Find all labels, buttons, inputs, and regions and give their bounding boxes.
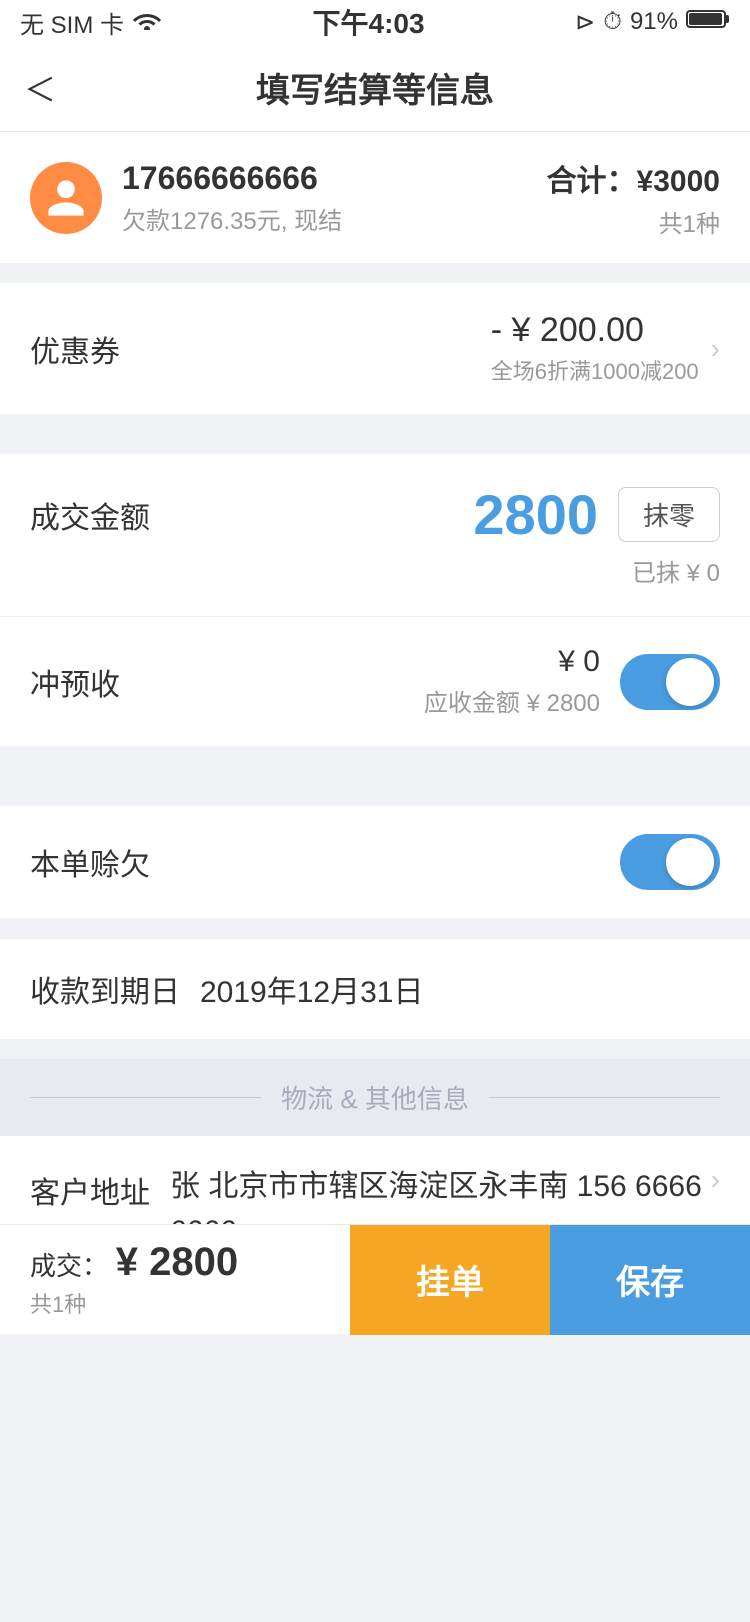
battery-level: 91% [630,8,678,36]
customer-total-value: 合计：¥3000 [547,156,720,200]
page-title: 填写结算等信息 [256,63,494,112]
customer-total-count: 共1种 [547,204,720,239]
bottom-info: 成交： ¥ 2800 共1种 [0,1240,350,1319]
section-divider-1 [0,434,750,454]
chevron-right-icon: › [711,333,720,365]
prepay-right: ¥ 0 应收金额 ¥ 2800 [424,645,720,718]
customer-debt: 欠款1276.35元, 现结 [122,201,342,236]
coupon-row[interactable]: 优惠券 - ¥ 200.00 全场6折满1000减200 › [0,283,750,414]
back-button[interactable]: ＜ [24,65,56,111]
coupon-right: - ¥ 200.00 全场6折满1000减200 › [491,311,720,386]
prepay-toggle[interactable] [620,654,720,710]
logistics-line-right [489,1097,720,1098]
section-divider-2 [0,766,750,786]
arrears-toggle[interactable] [620,834,720,890]
due-date-label: 收款到期日 [30,967,180,1011]
customer-phone: 17666666666 [122,160,342,197]
round-button[interactable]: 抹零 [618,487,720,542]
wifi-icon [132,8,162,37]
coupon-value: - ¥ 200.00 [491,311,699,350]
amount-label: 成交金额 [30,493,150,537]
status-left: 无 SIM 卡 [20,5,162,40]
hold-button[interactable]: 挂单 [350,1225,550,1335]
amount-row: 成交金额 2800 抹零 [30,482,720,547]
coupon-info: - ¥ 200.00 全场6折满1000减200 [491,311,699,386]
customer-info-row: 17666666666 欠款1276.35元, 现结 合计：¥3000 共1种 [0,132,750,263]
customer-summary: 合计：¥3000 共1种 [547,156,720,239]
address-label: 客户地址 [30,1164,150,1212]
avatar [30,162,102,234]
customer-left: 17666666666 欠款1276.35元, 现结 [30,160,342,236]
logistics-separator: 物流 & 其他信息 [0,1059,750,1136]
due-date-section: 收款到期日 2019年12月31日 [0,938,750,1039]
address-chevron-icon: › [711,1164,720,1196]
prepay-label: 冲预收 [30,660,120,704]
save-button[interactable]: 保存 [550,1225,750,1335]
bottom-amount: ¥ 2800 [116,1240,238,1284]
location-icon: ⊳ [575,8,595,37]
due-date-value: 2019年12月31日 [200,967,423,1011]
prepay-desc: 应收金额 ¥ 2800 [424,683,600,718]
bottom-transaction-label: 成交： [30,1251,108,1281]
bottom-count: 共1种 [30,1287,320,1319]
prepay-section: 冲预收 ¥ 0 应收金额 ¥ 2800 [0,616,750,746]
status-bar: 无 SIM 卡 下午4:03 ⊳ ⏱ 91% [0,0,750,44]
arrears-label: 本单赊欠 [30,840,150,884]
coupon-desc: 全场6折满1000减200 [491,354,699,386]
sim-label: 无 SIM 卡 [20,5,124,40]
prepay-amount: ¥ 0 [424,645,600,679]
amount-value-group: 2800 抹零 [473,482,720,547]
logistics-line-left [30,1097,261,1098]
customer-details: 17666666666 欠款1276.35元, 现结 [122,160,342,236]
bottom-transaction-line: 成交： ¥ 2800 [30,1240,320,1285]
amount-value: 2800 [473,482,598,547]
transaction-section: 成交金额 2800 抹零 已抹 ¥ 0 [0,454,750,616]
status-time: 下午4:03 [313,2,425,42]
alarm-icon: ⏱ [603,8,622,36]
prepay-value-group: ¥ 0 应收金额 ¥ 2800 [424,645,600,718]
status-right: ⊳ ⏱ 91% [575,8,730,37]
logistics-text: 物流 & 其他信息 [261,1079,489,1116]
coupon-label: 优惠券 [30,327,120,371]
nav-bar: ＜ 填写结算等信息 [0,44,750,132]
arrears-section: 本单赊欠 [0,806,750,918]
content-area: 17666666666 欠款1276.35元, 现结 合计：¥3000 共1种 … [0,132,750,1622]
bottom-bar: 成交： ¥ 2800 共1种 挂单 保存 [0,1224,750,1334]
battery-icon [686,8,730,37]
amount-sub-text: 已抹 ¥ 0 [30,553,720,588]
